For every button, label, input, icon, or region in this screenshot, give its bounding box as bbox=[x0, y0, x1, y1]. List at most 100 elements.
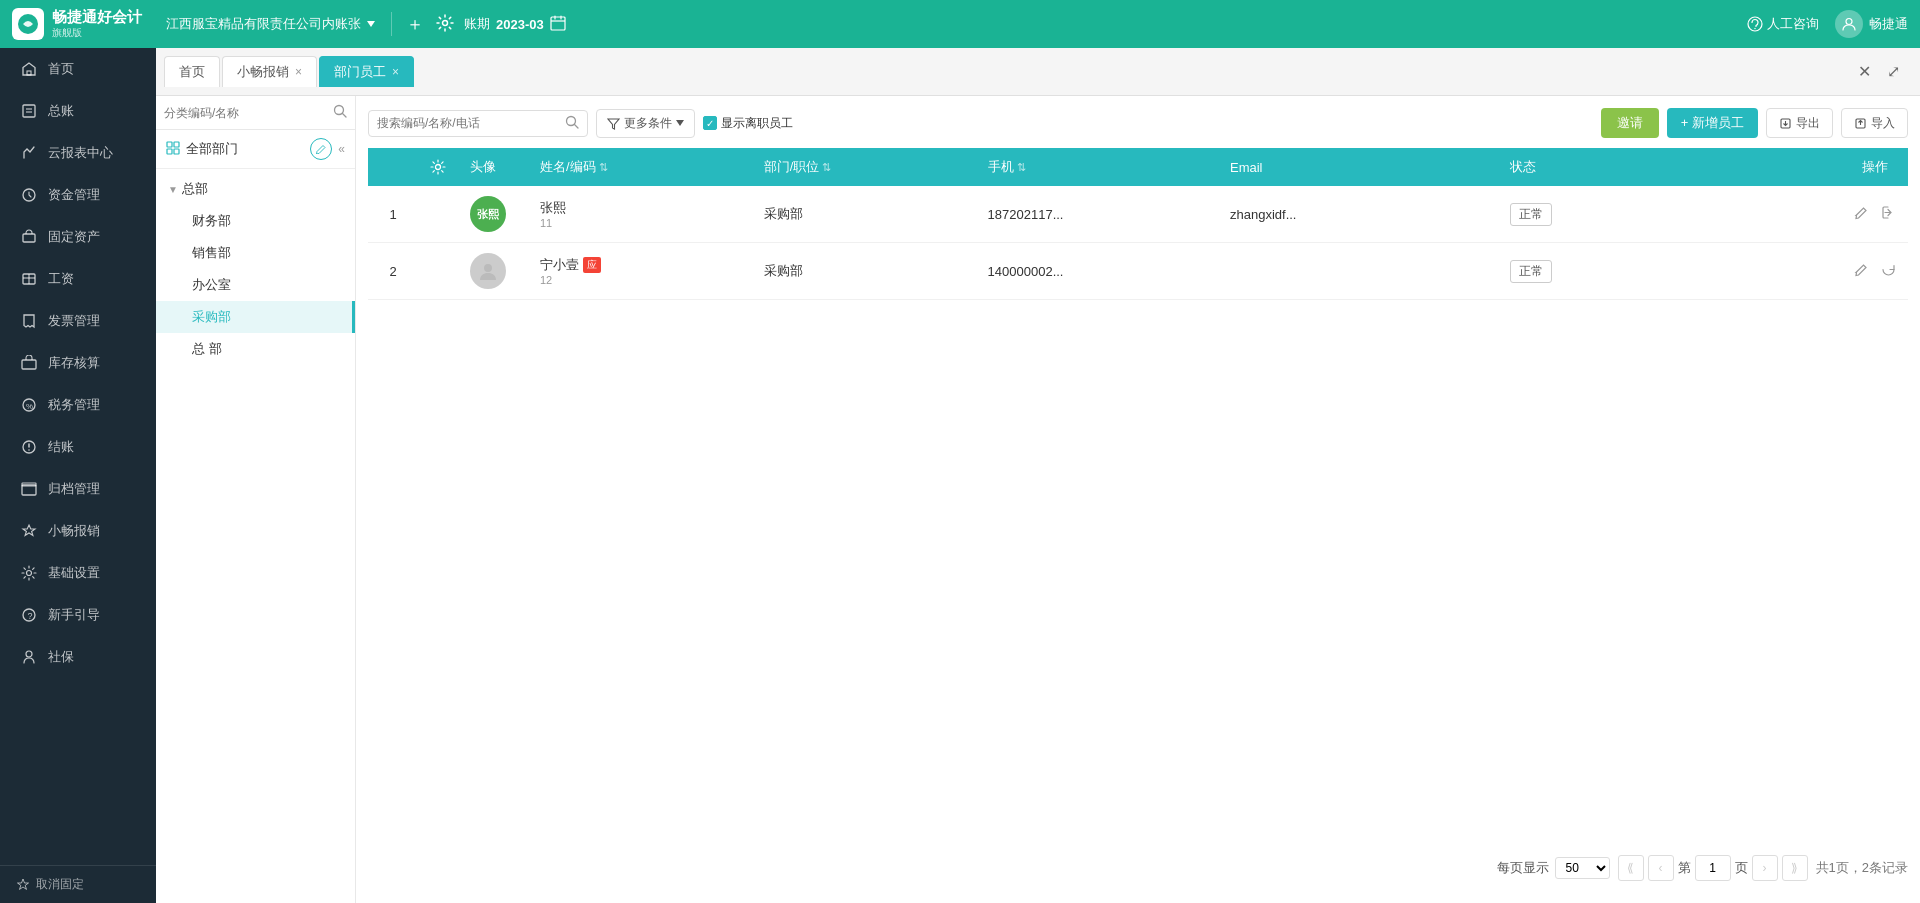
basesettings-icon bbox=[20, 564, 38, 582]
page-last-button[interactable]: ⟫ bbox=[1782, 855, 1808, 881]
import-label: 导入 bbox=[1871, 115, 1895, 132]
tab-employees[interactable]: 部门员工 × bbox=[319, 56, 414, 87]
pagination: 每页显示 50 100 200 ⟪ ‹ 第 页 bbox=[368, 845, 1908, 891]
refresh-button-2[interactable] bbox=[1881, 262, 1896, 280]
dept-item-finance[interactable]: 财务部 bbox=[156, 205, 355, 237]
page-current-label: 第 bbox=[1678, 859, 1691, 877]
svg-point-41 bbox=[436, 165, 441, 170]
employee-search-bar[interactable] bbox=[368, 110, 588, 137]
show-resigned-toggle[interactable]: 显示离职员工 bbox=[703, 115, 793, 132]
export-button[interactable]: 导出 bbox=[1766, 108, 1833, 138]
sidebar-item-archive[interactable]: 归档管理 bbox=[0, 468, 156, 510]
dept-item-sales[interactable]: 销售部 bbox=[156, 237, 355, 269]
employee-table-scroll: 头像 姓名/编码 部门/职位 手机 Email 状态 操作 bbox=[368, 148, 1908, 845]
cell-actions-1 bbox=[1721, 186, 1908, 243]
employee-search-input[interactable] bbox=[377, 116, 561, 130]
sidebar-item-ledger[interactable]: 总账 bbox=[0, 90, 156, 132]
col-status: 状态 bbox=[1498, 148, 1722, 186]
sidebar-item-closeaccount[interactable]: 结账 bbox=[0, 426, 156, 468]
page-number-input[interactable] bbox=[1695, 855, 1731, 881]
svg-rect-10 bbox=[23, 105, 35, 117]
page-size-select[interactable]: 50 100 200 bbox=[1555, 857, 1610, 879]
page-prev-button[interactable]: ‹ bbox=[1648, 855, 1674, 881]
toolbar-right: 邀请 + 新增员工 导出 导入 bbox=[1601, 108, 1908, 138]
dept-search-icon[interactable] bbox=[333, 104, 347, 121]
edit-button-1[interactable] bbox=[1854, 205, 1869, 223]
period-label: 账期 bbox=[464, 15, 490, 33]
expense-icon bbox=[20, 522, 38, 540]
sidebar-item-invoice[interactable]: 发票管理 bbox=[0, 300, 156, 342]
logo-icon bbox=[12, 8, 44, 40]
dept-item-purchase[interactable]: 采购部 bbox=[156, 301, 355, 333]
user-area[interactable]: 畅捷通 bbox=[1835, 10, 1908, 38]
tab-home[interactable]: 首页 bbox=[164, 56, 220, 87]
sidebar-item-salary[interactable]: 工资 bbox=[0, 258, 156, 300]
edit-button-2[interactable] bbox=[1854, 262, 1869, 280]
page-size-selector: 每页显示 50 100 200 bbox=[1497, 857, 1610, 879]
dept-collapse-button[interactable]: « bbox=[338, 142, 345, 156]
all-depts-label: 全部部门 bbox=[186, 140, 304, 158]
settings-icon[interactable] bbox=[430, 14, 460, 35]
page-first-button[interactable]: ⟪ bbox=[1618, 855, 1644, 881]
sidebar-item-inventory[interactable]: 库存核算 bbox=[0, 342, 156, 384]
sidebar-item-guide[interactable]: ? 新手引导 bbox=[0, 594, 156, 636]
cell-index-2: 2 bbox=[368, 243, 418, 300]
col-phone[interactable]: 手机 bbox=[976, 148, 1218, 186]
sidebar-item-basesettings[interactable]: 基础设置 bbox=[0, 552, 156, 594]
sidebar-item-home[interactable]: 首页 bbox=[0, 48, 156, 90]
show-resigned-checkbox[interactable] bbox=[703, 116, 717, 130]
pin-toggle[interactable]: 取消固定 bbox=[0, 865, 156, 903]
dept-purchase-label: 采购部 bbox=[192, 308, 231, 326]
sidebar-label-expense: 小畅报销 bbox=[48, 522, 100, 540]
pin-label: 取消固定 bbox=[36, 876, 84, 893]
tab-expense[interactable]: 小畅报销 × bbox=[222, 56, 317, 87]
close-window-button[interactable]: ✕ bbox=[1854, 60, 1875, 83]
logout-button-1[interactable] bbox=[1881, 205, 1896, 223]
import-button[interactable]: 导入 bbox=[1841, 108, 1908, 138]
tab-employees-close[interactable]: × bbox=[392, 65, 399, 79]
sidebar-label-salary: 工资 bbox=[48, 270, 74, 288]
main-content: 全部部门 « ▼ 总部 财务部 bbox=[156, 96, 1920, 903]
cell-dept-2: 采购部 bbox=[752, 243, 976, 300]
tab-expense-close[interactable]: × bbox=[295, 65, 302, 79]
dept-parent-head[interactable]: ▼ 总部 bbox=[156, 173, 355, 205]
filter-button[interactable]: 更多条件 bbox=[596, 109, 695, 138]
add-button[interactable]: ＋ bbox=[400, 12, 430, 36]
sidebar-item-asset[interactable]: 固定资产 bbox=[0, 216, 156, 258]
cell-status-2: 正常 bbox=[1498, 243, 1722, 300]
sidebar-item-social[interactable]: 社保 bbox=[0, 636, 156, 678]
sidebar-item-expense[interactable]: 小畅报销 bbox=[0, 510, 156, 552]
tab-expense-label: 小畅报销 bbox=[237, 63, 289, 81]
svg-rect-18 bbox=[22, 360, 36, 369]
salary-icon bbox=[20, 270, 38, 288]
company-selector[interactable]: 江西服宝精品有限责任公司内账张 bbox=[158, 11, 383, 37]
page-total-info: 共1页，2条记录 bbox=[1816, 859, 1908, 877]
employee-search-icon[interactable] bbox=[565, 115, 579, 132]
add-employee-button[interactable]: + 新增员工 bbox=[1667, 108, 1758, 138]
col-name[interactable]: 姓名/编码 bbox=[528, 148, 752, 186]
table-row: 2 宁小壹 应 12 bbox=[368, 243, 1908, 300]
page-unit-label: 页 bbox=[1735, 859, 1748, 877]
dept-edit-button[interactable] bbox=[310, 138, 332, 160]
sidebar-item-tax[interactable]: % 税务管理 bbox=[0, 384, 156, 426]
dropdown-arrow-icon bbox=[367, 21, 375, 27]
show-resigned-label: 显示离职员工 bbox=[721, 115, 793, 132]
page-size-label: 每页显示 bbox=[1497, 859, 1549, 877]
sidebar-item-fund[interactable]: 资金管理 bbox=[0, 174, 156, 216]
col-dept[interactable]: 部门/职位 bbox=[752, 148, 976, 186]
logo-title: 畅捷通好会计 bbox=[52, 8, 142, 26]
sidebar-item-report[interactable]: 云报表中心 bbox=[0, 132, 156, 174]
page-next-button[interactable]: › bbox=[1752, 855, 1778, 881]
top-bar-right: 人工咨询 畅捷通 bbox=[1747, 10, 1908, 38]
service-button[interactable]: 人工咨询 bbox=[1747, 15, 1819, 33]
calendar-icon[interactable] bbox=[550, 15, 566, 34]
dept-search-input[interactable] bbox=[164, 106, 329, 120]
expand-window-button[interactable]: ⤢ bbox=[1883, 60, 1904, 83]
dept-item-head[interactable]: 总 部 bbox=[156, 333, 355, 365]
svg-line-36 bbox=[575, 124, 579, 128]
dept-item-office[interactable]: 办公室 bbox=[156, 269, 355, 301]
col-settings[interactable] bbox=[418, 148, 458, 186]
all-depts-header[interactable]: 全部部门 « bbox=[156, 130, 355, 169]
invite-button[interactable]: 邀请 bbox=[1601, 108, 1659, 138]
divider bbox=[391, 12, 392, 36]
